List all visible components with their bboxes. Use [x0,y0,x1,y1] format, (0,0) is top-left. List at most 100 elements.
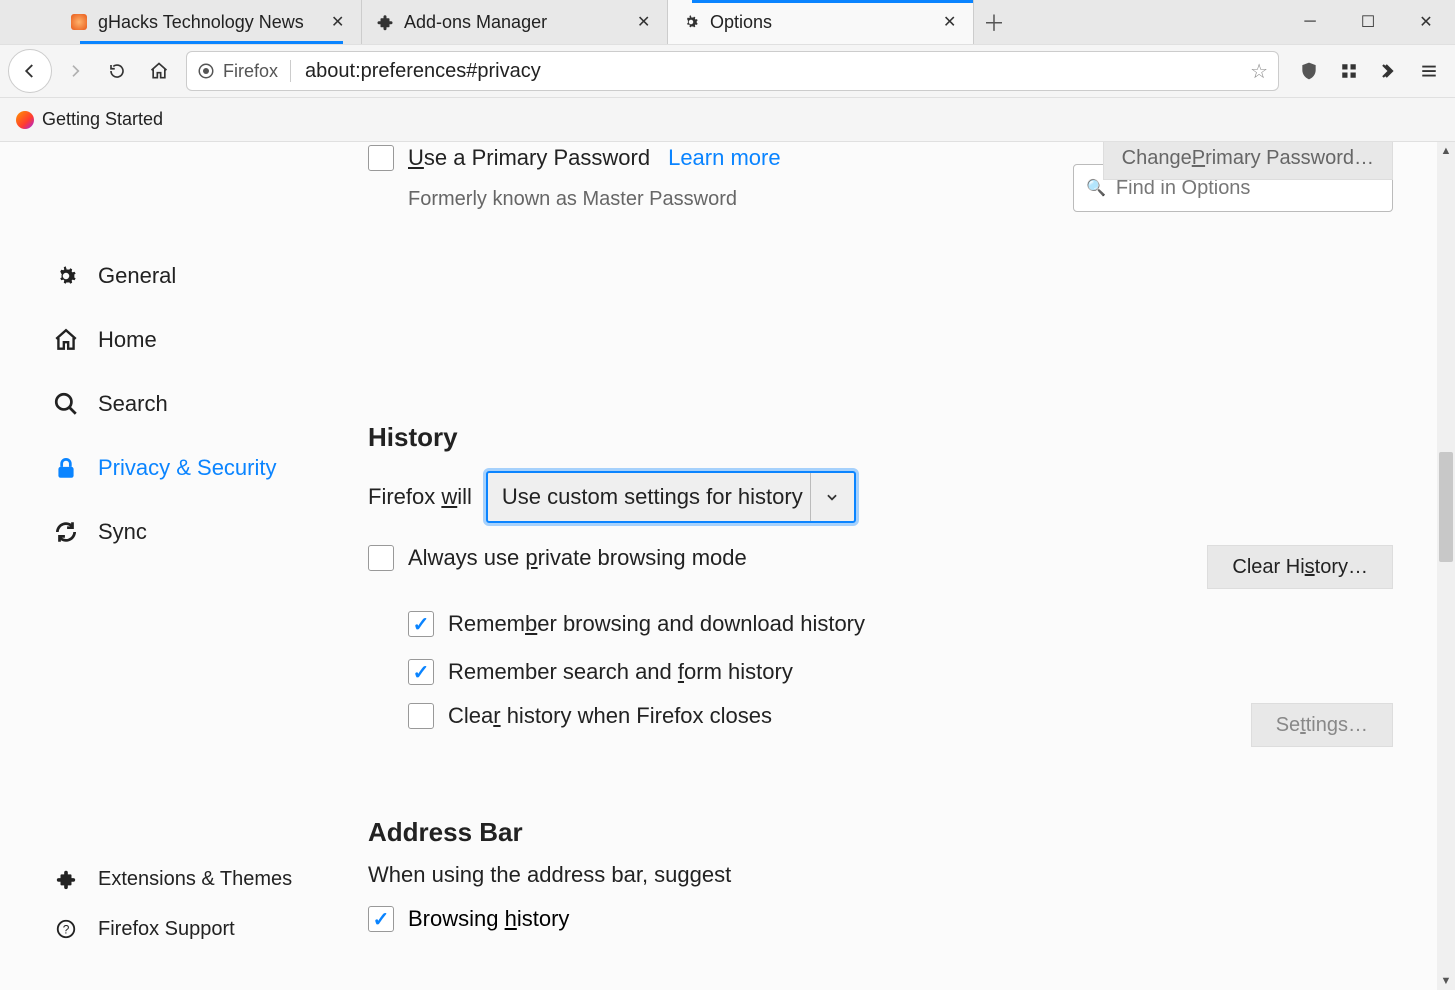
use-primary-password-checkbox[interactable] [368,145,394,171]
address-bar-heading: Address Bar [368,817,1393,848]
bookmark-star-icon[interactable]: ☆ [1250,59,1268,84]
scroll-up-arrow[interactable]: ▲ [1437,142,1455,160]
formerly-label: Formerly known as Master Password [408,188,737,211]
remember-form-checkbox[interactable] [408,659,434,685]
home-icon [52,327,80,353]
tab-label: Options [710,12,933,33]
sidebar-item-privacy[interactable]: Privacy & Security [52,436,322,500]
scroll-thumb[interactable] [1439,452,1453,562]
clear-on-close-row-wrap: Clear history when Firefox closes Settin… [368,703,1393,747]
favicon-ghacks [70,13,88,31]
content-area: 🔍 Find in Options General Home Search Pr… [0,142,1455,990]
use-primary-password-row: Use a Primary Password Learn more Change… [368,142,1393,180]
gear-icon [682,13,700,31]
search-icon [52,391,80,417]
url-bar[interactable]: Firefox about:preferences#privacy ☆ [186,51,1279,91]
remember-form-row: Remember search and form history [408,659,1393,685]
clear-on-close-checkbox[interactable] [408,703,434,729]
minimize-button[interactable]: ─ [1281,0,1339,44]
always-private-checkbox[interactable] [368,545,394,571]
help-icon: ? [52,918,80,940]
sync-icon [52,519,80,545]
sidebar-item-label: Extensions & Themes [98,868,292,891]
sidebar-item-label: Sync [98,519,147,545]
identity-label: Firefox [223,61,278,82]
overflow-icon[interactable] [1371,53,1407,89]
remember-browsing-label: Remember browsing and download history [448,611,865,637]
close-icon[interactable]: ✕ [943,12,959,32]
gear-icon [52,263,80,289]
tab-strip: gHacks Technology News ✕ Add-ons Manager… [0,0,1455,44]
remember-browsing-row: Remember browsing and download history [408,611,1393,637]
select-value: Use custom settings for history [502,484,803,510]
sidebar-item-support[interactable]: ? Firefox Support [52,904,322,954]
history-mode-select[interactable]: Use custom settings for history [486,471,856,523]
tab-ghacks[interactable]: gHacks Technology News ✕ [56,0,362,44]
sidebar-item-label: Home [98,327,157,353]
puzzle-icon [52,868,80,890]
close-icon[interactable]: ✕ [331,12,347,32]
home-button[interactable] [140,52,178,90]
sidebar-item-search[interactable]: Search [52,372,322,436]
firefox-will-label: Firefox will [368,484,472,510]
bookmark-label: Getting Started [42,109,163,130]
sidebar-item-label: General [98,263,176,289]
window-controls: ─ ☐ ✕ [1281,0,1455,44]
tab-addons[interactable]: Add-ons Manager ✕ [362,0,668,44]
tab-label: Add-ons Manager [404,12,627,33]
bookmarks-toolbar: Getting Started [0,98,1455,142]
close-icon[interactable]: ✕ [637,12,653,32]
tab-options[interactable]: Options ✕ [668,0,974,44]
maximize-button[interactable]: ☐ [1339,0,1397,44]
reload-button[interactable] [98,52,136,90]
sidebar-bottom: Extensions & Themes ? Firefox Support [52,854,322,954]
tabstrip-spacer [0,0,56,44]
sidebar-item-general[interactable]: General [52,244,322,308]
svg-text:?: ? [63,923,70,937]
vertical-scrollbar[interactable]: ▲ ▼ [1437,142,1455,990]
sidebar-item-sync[interactable]: Sync [52,500,322,564]
change-primary-password-button[interactable]: Change Primary Password… [1103,142,1393,180]
remember-form-label: Remember search and form history [448,659,793,685]
sidebar-item-label: Firefox Support [98,918,235,941]
url-text: about:preferences#privacy [305,60,1240,83]
close-window-button[interactable]: ✕ [1397,0,1455,44]
firefox-logo-icon [197,62,215,80]
suggest-history-label: Browsing history [408,906,569,932]
forward-button[interactable] [56,52,94,90]
remember-browsing-checkbox[interactable] [408,611,434,637]
suggest-history-checkbox[interactable] [368,906,394,932]
back-button[interactable] [8,49,52,93]
divider [290,60,291,82]
shield-icon[interactable] [1291,53,1327,89]
menu-button[interactable] [1411,53,1447,89]
sidebar-item-home[interactable]: Home [52,308,322,372]
sidebar-item-label: Privacy & Security [98,455,277,481]
history-heading: History [368,422,1393,453]
sidebar-item-label: Search [98,391,168,417]
suggest-history-row: Browsing history [368,906,1393,932]
identity-box[interactable]: Firefox [197,60,295,82]
nav-toolbar: Firefox about:preferences#privacy ☆ [0,44,1455,98]
preferences-page: 🔍 Find in Options General Home Search Pr… [0,142,1437,990]
always-private-label: Always use private browsing mode [408,545,747,571]
tab-label: gHacks Technology News [98,12,321,33]
learn-more-link[interactable]: Learn more [668,145,781,171]
new-tab-button[interactable]: ＋ [974,0,1014,44]
clear-on-close-row: Clear history when Firefox closes [408,703,772,729]
bookmark-getting-started[interactable]: Getting Started [16,109,163,130]
sidebar-item-extensions[interactable]: Extensions & Themes [52,854,322,904]
passwords-section-partial: Use a Primary Password Learn more Change… [368,142,1393,242]
private-mode-row-wrap: Always use private browsing mode Clear H… [368,545,1393,589]
firefox-icon [16,111,34,129]
use-primary-password-label: Use a Primary Password [408,145,650,171]
chevron-down-icon [810,473,854,521]
scroll-down-arrow[interactable]: ▼ [1437,972,1455,990]
always-private-row: Always use private browsing mode [368,545,747,571]
history-settings-button[interactable]: Settings… [1251,703,1393,747]
settings-main: Use a Primary Password Learn more Change… [368,142,1393,932]
extension-grid-icon[interactable] [1331,53,1367,89]
address-bar-subtitle: When using the address bar, suggest [368,862,1393,888]
puzzle-icon [376,13,394,31]
clear-history-button[interactable]: Clear History… [1207,545,1393,589]
